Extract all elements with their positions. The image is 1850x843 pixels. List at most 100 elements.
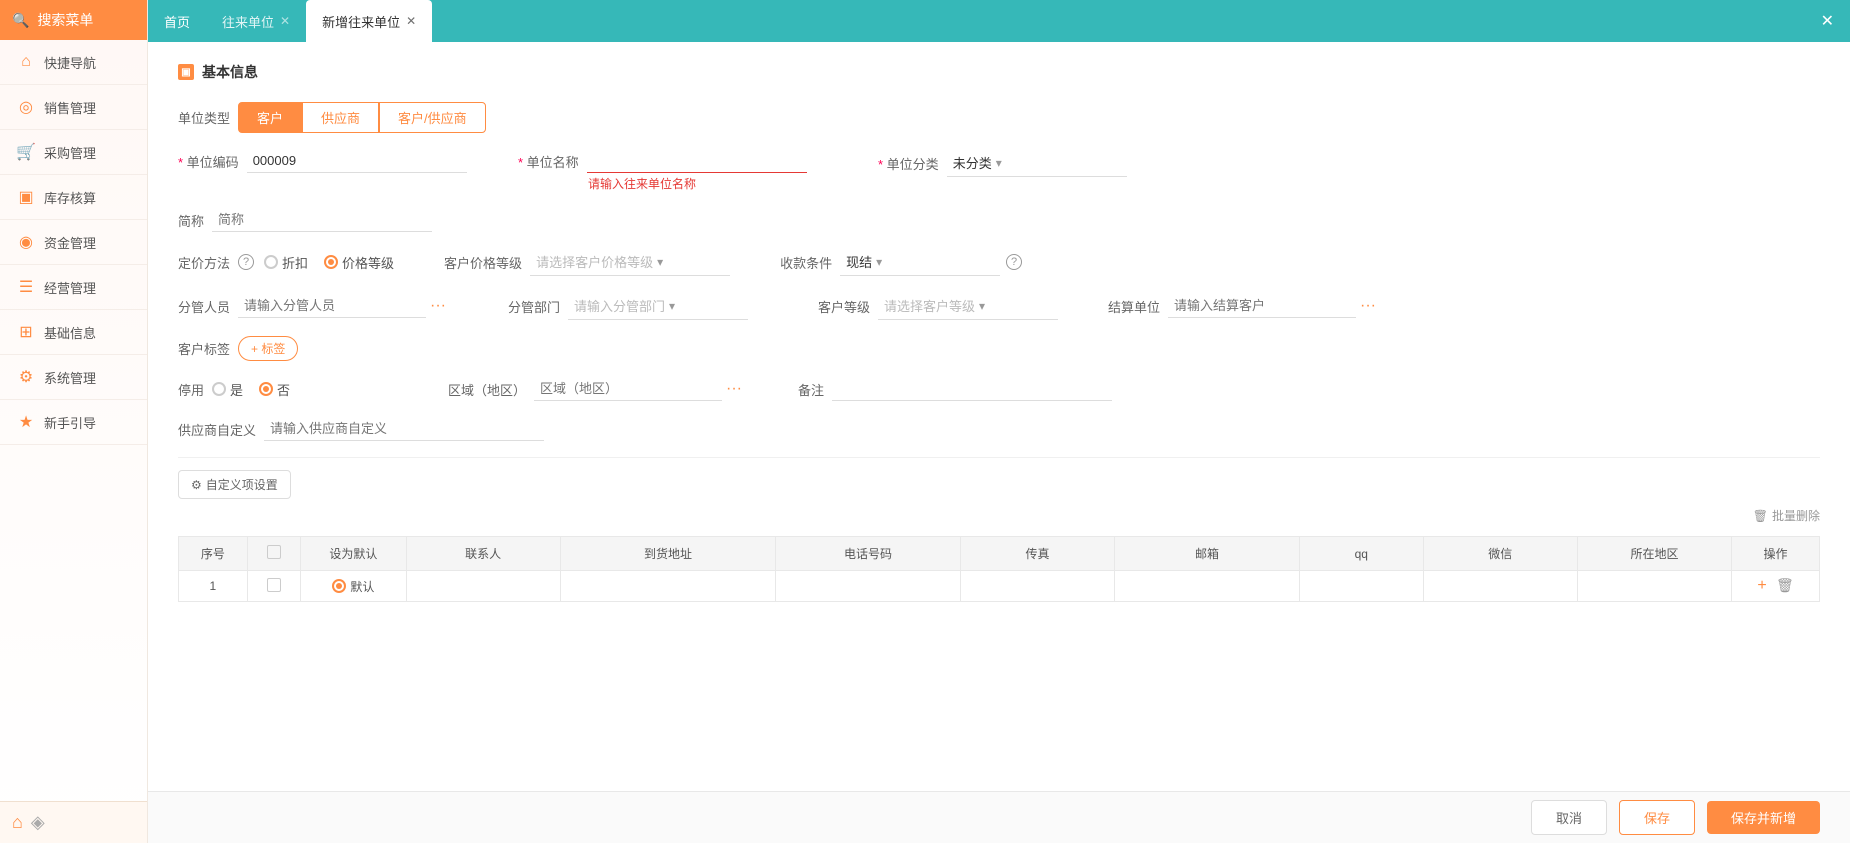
sidebar-bottom-icon2[interactable]: ◈ bbox=[31, 812, 45, 833]
row-region[interactable] bbox=[1577, 571, 1731, 602]
sidebar-item-purchase[interactable]: 🛒 采购管理 bbox=[0, 130, 147, 175]
dept-select[interactable]: 请输入分管部门 ▾ bbox=[568, 292, 748, 320]
row-fax-input[interactable] bbox=[998, 579, 1078, 594]
sidebar-item-inventory[interactable]: ▣ 库存核算 bbox=[0, 175, 147, 220]
tab-bar: 首页 往来单位 ✕ 新增往来单位 ✕ ✕ bbox=[148, 0, 1850, 42]
remarks-input[interactable] bbox=[832, 377, 1112, 401]
customer-level-placeholder: 请选择客户等级 bbox=[884, 296, 975, 315]
row-seq: 1 bbox=[179, 571, 248, 602]
custom-settings-button[interactable]: ⚙ 自定义项设置 bbox=[178, 470, 291, 499]
row-qq[interactable] bbox=[1299, 571, 1423, 602]
table-header-row: 序号 设为默认 联系人 到货地址 电话号码 传真 邮箱 qq 微信 所在地区 操… bbox=[179, 537, 1820, 571]
sidebar-bottom-icon1[interactable]: ⌂ bbox=[12, 812, 23, 833]
row-add-btn[interactable]: + bbox=[1757, 577, 1766, 594]
dept-group: 分管部门 请输入分管部门 ▾ bbox=[508, 292, 788, 320]
disable-no[interactable]: 否 bbox=[259, 380, 290, 399]
remarks-label: 备注 bbox=[798, 380, 824, 399]
settlement-group: 结算单位 ··· bbox=[1108, 294, 1380, 318]
unit-type-customer[interactable]: 客户 bbox=[238, 102, 302, 133]
supplier-custom-group: 供应商自定义 bbox=[178, 417, 544, 441]
sidebar-bottom: ⌂ ◈ bbox=[0, 801, 147, 843]
row-phone-input[interactable] bbox=[818, 579, 918, 594]
radio-level-dot bbox=[324, 255, 338, 269]
unit-name-input[interactable] bbox=[587, 149, 807, 173]
row-contact[interactable] bbox=[406, 571, 560, 602]
row-address-input[interactable] bbox=[608, 579, 728, 594]
pricing-row: 定价方法 ? 折扣 价格等级 客户价格等级 请选择客户价格等级 bbox=[178, 248, 1820, 276]
pricing-level-label: 价格等级 bbox=[342, 253, 394, 272]
disable-yes[interactable]: 是 bbox=[212, 380, 243, 399]
row-wechat-input[interactable] bbox=[1460, 579, 1540, 594]
select-all-checkbox[interactable] bbox=[267, 545, 281, 559]
tab-new-partner-close[interactable]: ✕ bbox=[406, 14, 416, 28]
sidebar-search[interactable]: 🔍 搜索菜单 bbox=[0, 0, 147, 40]
system-icon: ⚙ bbox=[16, 367, 36, 387]
sidebar-item-operations[interactable]: ☰ 经营管理 bbox=[0, 265, 147, 310]
row-email-input[interactable] bbox=[1157, 579, 1257, 594]
sidebar-item-finance[interactable]: ◉ 资金管理 bbox=[0, 220, 147, 265]
unit-category-arrow: ▾ bbox=[996, 156, 1002, 170]
row-del-btn[interactable]: 🗑 bbox=[1776, 577, 1794, 593]
tab-partners-close[interactable]: ✕ bbox=[280, 14, 290, 28]
row-checkbox[interactable] bbox=[267, 578, 281, 592]
customer-price-select[interactable]: 请选择客户价格等级 ▾ bbox=[530, 248, 730, 276]
payment-terms-group: 收款条件 现结 ▾ ? bbox=[780, 248, 1022, 276]
manager-input[interactable] bbox=[238, 294, 426, 318]
manager-more-btn[interactable]: ··· bbox=[426, 297, 450, 315]
row-region-input[interactable] bbox=[1614, 579, 1694, 594]
tab-partners[interactable]: 往来单位 ✕ bbox=[206, 0, 306, 42]
row-email[interactable] bbox=[1115, 571, 1300, 602]
bottom-bar: 取消 保存 保存并新增 bbox=[148, 791, 1850, 843]
finance-icon: ◉ bbox=[16, 232, 36, 252]
sidebar-item-system[interactable]: ⚙ 系统管理 bbox=[0, 355, 147, 400]
unit-code-input[interactable] bbox=[247, 149, 467, 173]
cancel-button[interactable]: 取消 bbox=[1531, 800, 1607, 835]
row-default-label: 默认 bbox=[350, 578, 374, 595]
unit-type-group: 单位类型 客户 供应商 客户/供应商 bbox=[178, 102, 486, 133]
row-wechat[interactable] bbox=[1423, 571, 1577, 602]
unit-type-both[interactable]: 客户/供应商 bbox=[379, 102, 486, 133]
row-fax[interactable] bbox=[960, 571, 1114, 602]
radio-discount-dot bbox=[264, 255, 278, 269]
tab-new-partner[interactable]: 新增往来单位 ✕ bbox=[306, 0, 432, 42]
customer-level-select[interactable]: 请选择客户等级 ▾ bbox=[878, 292, 1058, 320]
settlement-more-btn[interactable]: ··· bbox=[1356, 297, 1380, 315]
row-qq-input[interactable] bbox=[1331, 579, 1391, 594]
purchase-icon: 🛒 bbox=[16, 142, 36, 162]
settlement-input[interactable] bbox=[1168, 294, 1356, 318]
pricing-discount[interactable]: 折扣 bbox=[264, 253, 308, 272]
unit-type-supplier[interactable]: 供应商 bbox=[302, 102, 379, 133]
unit-category-select[interactable]: 未分类 ▾ bbox=[947, 149, 1127, 177]
row-phone[interactable] bbox=[776, 571, 961, 602]
pricing-discount-label: 折扣 bbox=[282, 253, 308, 272]
pricing-level[interactable]: 价格等级 bbox=[324, 253, 394, 272]
supplier-custom-input[interactable] bbox=[264, 417, 544, 441]
row-default-radio[interactable] bbox=[332, 579, 346, 593]
tab-home[interactable]: 首页 bbox=[148, 0, 206, 42]
sidebar-item-basic[interactable]: ⊞ 基础信息 bbox=[0, 310, 147, 355]
tab-new-partner-label: 新增往来单位 bbox=[322, 12, 400, 31]
sidebar-item-sales[interactable]: ◎ 销售管理 bbox=[0, 85, 147, 130]
save-new-button[interactable]: 保存并新增 bbox=[1707, 801, 1820, 834]
close-all-tabs[interactable]: ✕ bbox=[1805, 11, 1850, 31]
th-address: 到货地址 bbox=[560, 537, 775, 571]
batch-delete-button[interactable]: 🗑 批量删除 bbox=[1753, 507, 1820, 524]
disable-row: 停用 是 否 区域（地区） ··· 备注 bbox=[178, 377, 1820, 401]
row-contact-input[interactable] bbox=[443, 579, 523, 594]
payment-terms-select[interactable]: 现结 ▾ bbox=[840, 248, 1000, 276]
pricing-method-group: 定价方法 ? 折扣 价格等级 bbox=[178, 253, 394, 272]
unit-type-buttons: 客户 供应商 客户/供应商 bbox=[238, 102, 486, 133]
payment-help-icon[interactable]: ? bbox=[1006, 254, 1022, 270]
sidebar-item-guide[interactable]: ★ 新手引导 bbox=[0, 400, 147, 445]
radio-yes-dot bbox=[212, 382, 226, 396]
region-more-btn[interactable]: ··· bbox=[722, 380, 746, 398]
row-address[interactable] bbox=[560, 571, 775, 602]
sidebar-item-quick-nav[interactable]: ⌂ 快捷导航 bbox=[0, 40, 147, 85]
tag-add-button[interactable]: + 标签 bbox=[238, 336, 298, 361]
save-button[interactable]: 保存 bbox=[1619, 800, 1695, 835]
disable-group: 停用 是 否 bbox=[178, 380, 398, 399]
short-name-input[interactable] bbox=[212, 208, 432, 232]
region-input[interactable] bbox=[534, 377, 722, 401]
th-contact: 联系人 bbox=[406, 537, 560, 571]
pricing-help-icon[interactable]: ? bbox=[238, 254, 254, 270]
